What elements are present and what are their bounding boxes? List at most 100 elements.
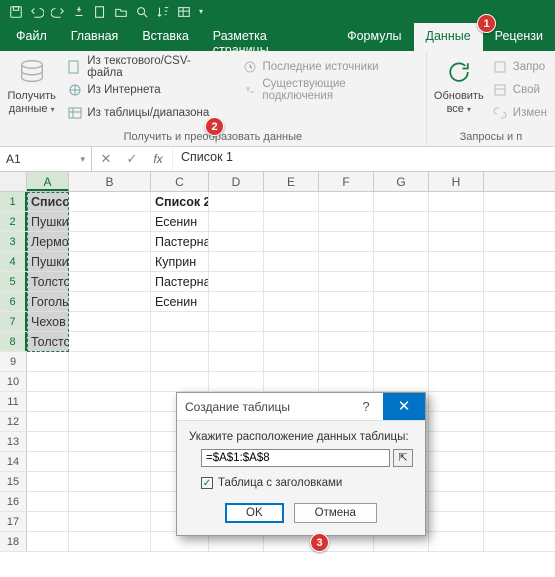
cell-D7[interactable] — [209, 312, 264, 331]
cell-C10[interactable] — [151, 372, 209, 391]
cell-G2[interactable] — [374, 212, 429, 231]
cell-H18[interactable] — [429, 532, 484, 551]
sort-icon[interactable] — [153, 2, 173, 22]
cell-B7[interactable] — [69, 312, 151, 331]
cell-D2[interactable] — [209, 212, 264, 231]
new-icon[interactable] — [90, 2, 110, 22]
cell-H7[interactable] — [429, 312, 484, 331]
cell-G4[interactable] — [374, 252, 429, 271]
cancel-formula-icon[interactable]: ✕ — [98, 151, 114, 167]
col-header-D[interactable]: D — [209, 172, 264, 191]
row-header-6[interactable]: 6 — [0, 292, 27, 311]
ok-button[interactable]: OK — [225, 503, 284, 523]
col-header-F[interactable]: F — [319, 172, 374, 191]
col-header-A[interactable]: A — [27, 172, 69, 191]
tab-home[interactable]: Главная — [59, 23, 131, 51]
cell-D8[interactable] — [209, 332, 264, 351]
cell-B12[interactable] — [69, 412, 151, 431]
cell-A12[interactable] — [27, 412, 69, 431]
cell-A15[interactable] — [27, 472, 69, 491]
cell-B17[interactable] — [69, 512, 151, 531]
cell-F10[interactable] — [319, 372, 374, 391]
cell-C1[interactable]: Список 2 — [151, 192, 209, 211]
enter-formula-icon[interactable]: ✓ — [124, 151, 140, 167]
cell-B2[interactable] — [69, 212, 151, 231]
cell-A18[interactable] — [27, 532, 69, 551]
cell-H4[interactable] — [429, 252, 484, 271]
cell-H9[interactable] — [429, 352, 484, 371]
dialog-close-icon[interactable]: ✕ — [383, 393, 425, 420]
tab-data[interactable]: Данные — [414, 23, 483, 51]
cell-F4[interactable] — [319, 252, 374, 271]
cell-F5[interactable] — [319, 272, 374, 291]
cell-E3[interactable] — [264, 232, 319, 251]
cell-B9[interactable] — [69, 352, 151, 371]
cell-H5[interactable] — [429, 272, 484, 291]
row-header-14[interactable]: 14 — [0, 452, 27, 471]
cell-H17[interactable] — [429, 512, 484, 531]
collapse-dialog-icon[interactable]: ⇱ — [393, 449, 413, 467]
tab-page-layout[interactable]: Разметка страницы — [201, 23, 335, 51]
cell-C8[interactable] — [151, 332, 209, 351]
formula-input[interactable]: Список 1 — [173, 147, 555, 171]
row-header-9[interactable]: 9 — [0, 352, 27, 371]
cell-C4[interactable]: Куприн — [151, 252, 209, 271]
cell-D5[interactable] — [209, 272, 264, 291]
cell-F1[interactable] — [319, 192, 374, 211]
cell-A11[interactable] — [27, 392, 69, 411]
row-header-8[interactable]: 8 — [0, 332, 27, 351]
get-data-button[interactable]: Получитьданные ▾ — [4, 54, 59, 123]
touch-icon[interactable] — [69, 2, 89, 22]
cell-E1[interactable] — [264, 192, 319, 211]
cell-B5[interactable] — [69, 272, 151, 291]
cell-A14[interactable] — [27, 452, 69, 471]
cell-F6[interactable] — [319, 292, 374, 311]
cell-E4[interactable] — [264, 252, 319, 271]
range-input[interactable] — [201, 449, 390, 467]
redo-icon[interactable] — [48, 2, 68, 22]
cell-C7[interactable] — [151, 312, 209, 331]
cell-B15[interactable] — [69, 472, 151, 491]
cell-H12[interactable] — [429, 412, 484, 431]
cell-G7[interactable] — [374, 312, 429, 331]
properties-button[interactable]: Свой — [489, 79, 551, 100]
cell-B3[interactable] — [69, 232, 151, 251]
row-header-10[interactable]: 10 — [0, 372, 27, 391]
cell-H6[interactable] — [429, 292, 484, 311]
select-all-corner[interactable] — [0, 172, 27, 191]
cell-F3[interactable] — [319, 232, 374, 251]
row-header-17[interactable]: 17 — [0, 512, 27, 531]
recent-sources-button[interactable]: Последние источники — [239, 56, 422, 77]
cell-E6[interactable] — [264, 292, 319, 311]
cell-B13[interactable] — [69, 432, 151, 451]
refresh-all-button[interactable]: Обновитьвсе ▾ — [431, 54, 487, 123]
cell-F7[interactable] — [319, 312, 374, 331]
row-header-5[interactable]: 5 — [0, 272, 27, 291]
cancel-button[interactable]: Отмена — [294, 503, 377, 523]
cell-H8[interactable] — [429, 332, 484, 351]
row-header-13[interactable]: 13 — [0, 432, 27, 451]
cell-B14[interactable] — [69, 452, 151, 471]
cell-G8[interactable] — [374, 332, 429, 351]
cell-C9[interactable] — [151, 352, 209, 371]
cell-A16[interactable] — [27, 492, 69, 511]
existing-connections-button[interactable]: Существующие подключения — [239, 79, 422, 100]
cell-A8[interactable]: Толстой — [27, 332, 69, 351]
cell-B8[interactable] — [69, 332, 151, 351]
cell-D3[interactable] — [209, 232, 264, 251]
row-header-7[interactable]: 7 — [0, 312, 27, 331]
cell-F8[interactable] — [319, 332, 374, 351]
row-header-4[interactable]: 4 — [0, 252, 27, 271]
cell-H10[interactable] — [429, 372, 484, 391]
col-header-G[interactable]: G — [374, 172, 429, 191]
cell-G6[interactable] — [374, 292, 429, 311]
cell-C2[interactable]: Есенин — [151, 212, 209, 231]
cell-G1[interactable] — [374, 192, 429, 211]
col-header-B[interactable]: B — [69, 172, 151, 191]
cell-C6[interactable]: Есенин — [151, 292, 209, 311]
cell-A2[interactable]: Пушкин — [27, 212, 69, 231]
cell-G3[interactable] — [374, 232, 429, 251]
cell-H11[interactable] — [429, 392, 484, 411]
row-header-11[interactable]: 11 — [0, 392, 27, 411]
col-header-H[interactable]: H — [429, 172, 484, 191]
